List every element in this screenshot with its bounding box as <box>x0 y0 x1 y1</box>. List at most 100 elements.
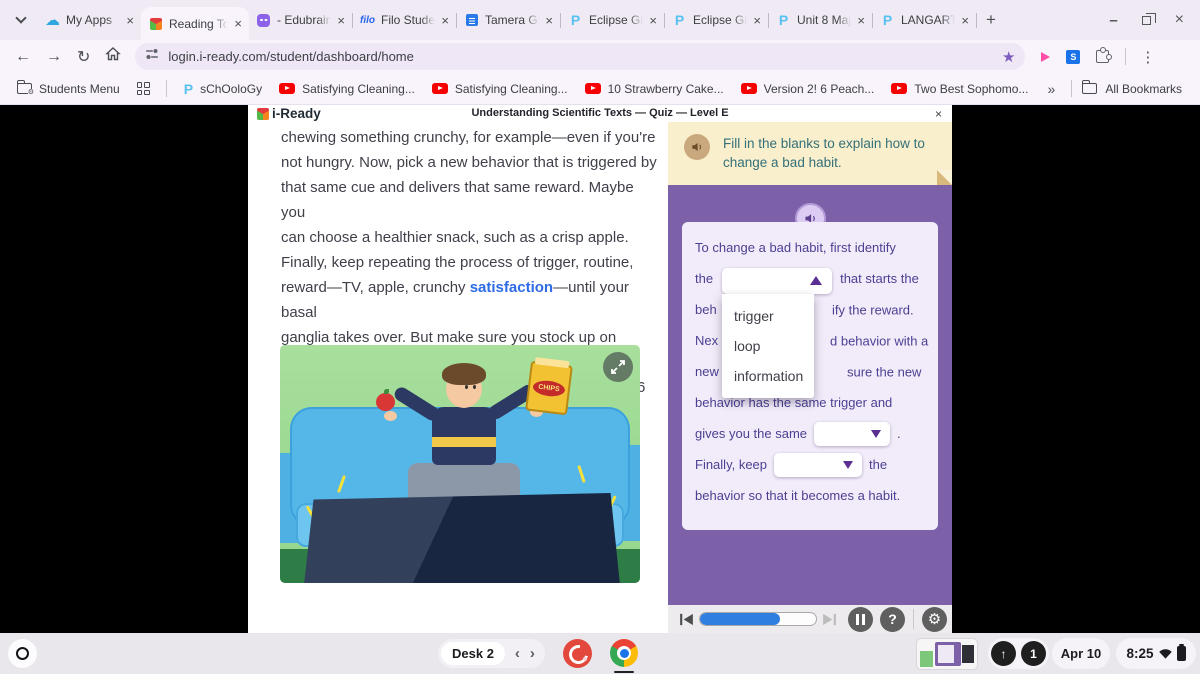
document-icon <box>464 13 479 28</box>
launcher-icon <box>16 647 29 660</box>
tab-filo[interactable]: filo Filo Stude × <box>353 0 456 40</box>
bookmark-label: 10 Strawberry Cake... <box>607 81 724 96</box>
desk-next-icon[interactable]: › <box>530 645 535 662</box>
address-bar[interactable]: login.i-ready.com/student/dashboard/home… <box>135 43 1026 70</box>
close-tab-icon[interactable]: × <box>126 14 134 27</box>
notification-area[interactable]: ↑ 1 <box>988 638 1049 669</box>
bookmark-yt-4[interactable]: Version 2! 6 Peach... <box>740 82 874 96</box>
vocab-link-satisfaction[interactable]: satisfaction <box>470 279 553 296</box>
status-tray[interactable]: 8:25 <box>1116 638 1196 669</box>
close-tab-icon[interactable]: × <box>545 14 553 27</box>
forward-icon[interactable]: → <box>46 48 62 66</box>
bookmark-schoology[interactable]: P sChOoloGy <box>184 81 262 97</box>
close-tab-icon[interactable]: × <box>234 17 242 30</box>
battery-icon <box>1176 643 1186 661</box>
window-controls: – × <box>1109 11 1200 29</box>
apps-grid-icon[interactable] <box>136 82 150 95</box>
expand-image-button[interactable] <box>603 352 633 382</box>
home-icon[interactable] <box>105 46 122 67</box>
notification-count-badge[interactable]: 1 <box>1021 641 1046 666</box>
chrome-app-icon[interactable] <box>610 639 638 667</box>
pink-extension-icon[interactable] <box>1041 51 1051 62</box>
bookmarks-overflow-icon[interactable]: » <box>1048 81 1056 97</box>
youtube-icon <box>740 83 757 94</box>
new-tab-button[interactable]: + <box>986 10 996 30</box>
bookmarks-divider <box>165 80 167 97</box>
close-tab-icon[interactable]: × <box>441 14 449 27</box>
restore-icon[interactable] <box>1141 12 1156 25</box>
tab-search-button[interactable] <box>8 7 34 33</box>
site-settings-icon[interactable] <box>145 47 159 66</box>
browser-menu-icon[interactable]: ⋮ <box>1140 48 1155 66</box>
boy <box>465 385 468 389</box>
desk-button[interactable]: Desk 2 <box>441 642 505 665</box>
answer-area: To change a bad habit, first identify th… <box>668 185 952 605</box>
bookmark-yt-5[interactable]: Two Best Sophomo... <box>891 82 1028 96</box>
prompt-note: Fill in the blanks to explain how to cha… <box>668 122 952 185</box>
url-text[interactable]: login.i-ready.com/student/dashboard/home <box>168 49 993 64</box>
robot-icon <box>256 13 271 28</box>
all-bookmarks-label: All Bookmarks <box>1105 81 1182 96</box>
window-preview-thumbnail[interactable] <box>916 638 978 670</box>
thumbnail-block <box>938 645 954 663</box>
pause-icon <box>856 613 865 625</box>
close-tab-icon[interactable]: × <box>961 14 969 27</box>
bookmark-label: Satisfying Cleaning... <box>302 81 415 96</box>
canvas-app-icon[interactable] <box>563 639 592 668</box>
quiz-close-icon[interactable]: × <box>935 107 942 121</box>
tab-eclipse-2[interactable]: P Eclipse Gi × <box>665 0 768 40</box>
extensions-puzzle-icon[interactable] <box>1096 47 1113 63</box>
bookmark-yt-2[interactable]: Satisfying Cleaning... <box>431 82 568 96</box>
tab-label: Unit 8 Maj <box>797 13 852 27</box>
tab-langarts[interactable]: P LANGARTS × <box>873 0 976 40</box>
progress-bar[interactable] <box>699 612 817 626</box>
launcher-button[interactable] <box>8 639 37 668</box>
bookmark-yt-3[interactable]: 10 Strawberry Cake... <box>584 81 724 96</box>
update-icon[interactable]: ↑ <box>991 641 1016 666</box>
back-icon[interactable]: ← <box>15 48 31 66</box>
pause-button[interactable] <box>848 606 873 632</box>
minimize-icon[interactable]: – <box>1109 12 1117 29</box>
filo-icon: filo <box>360 14 375 26</box>
tab-edubrain[interactable]: - Edubrain × <box>249 0 352 40</box>
desk-prev-icon[interactable]: ‹ <box>515 645 520 662</box>
tab-my-apps[interactable]: ☁ My Apps × <box>38 0 141 40</box>
close-tab-icon[interactable]: × <box>337 14 345 27</box>
dropdown-option-information[interactable]: information <box>722 361 814 391</box>
close-tab-icon[interactable]: × <box>753 14 761 27</box>
cloze-text: Finally, keep <box>695 457 768 472</box>
all-bookmarks-button[interactable]: All Bookmarks <box>1082 80 1182 96</box>
boy <box>432 407 496 465</box>
tab-eclipse-1[interactable]: P Eclipse Gi × <box>561 0 664 40</box>
skip-back-icon[interactable] <box>678 611 695 628</box>
settings-button[interactable]: ⚙ <box>922 606 947 632</box>
youtube-icon <box>431 83 448 94</box>
blank-dropdown-repeating[interactable] <box>774 452 863 477</box>
dropdown-option-trigger[interactable]: trigger <box>722 301 814 331</box>
cloze-text: To change a bad habit, first identify <box>695 240 896 255</box>
bookmark-star-icon[interactable]: ★ <box>1002 48 1015 66</box>
skip-forward-icon[interactable] <box>821 611 838 628</box>
tab-unit8[interactable]: P Unit 8 Maj × <box>769 0 872 40</box>
tab-reading-active[interactable]: Reading To × <box>141 7 249 40</box>
active-app-indicator <box>614 670 634 673</box>
blank-dropdown-trigger-open[interactable] <box>722 268 832 294</box>
window-close-icon[interactable]: × <box>1175 11 1184 29</box>
reload-icon[interactable]: ↻ <box>77 47 90 67</box>
prompt-speaker-button[interactable] <box>684 134 710 160</box>
date-display[interactable]: Apr 10 <box>1052 638 1110 669</box>
bookmark-yt-1[interactable]: Satisfying Cleaning... <box>279 82 415 96</box>
sm-extension-icon[interactable]: S <box>1066 49 1081 64</box>
tab-tamera[interactable]: Tamera Gl × <box>457 0 560 40</box>
blank-dropdown-reward[interactable] <box>814 421 891 446</box>
close-tab-icon[interactable]: × <box>649 14 657 27</box>
help-button[interactable]: ? <box>880 606 905 632</box>
bookmark-students-menu[interactable]: ⚙ Students Menu <box>17 80 120 96</box>
browser-toolbar: ← → ↻ login.i-ready.com/student/dashboar… <box>0 40 1200 73</box>
boy <box>442 363 486 385</box>
dropdown-option-loop[interactable]: loop <box>722 331 814 361</box>
chevron-down-icon <box>15 12 27 24</box>
close-tab-icon[interactable]: × <box>857 14 865 27</box>
boy <box>384 411 397 421</box>
bookmarks-bar: ⚙ Students Menu P sChOoloGy Satisfying C… <box>0 73 1200 105</box>
